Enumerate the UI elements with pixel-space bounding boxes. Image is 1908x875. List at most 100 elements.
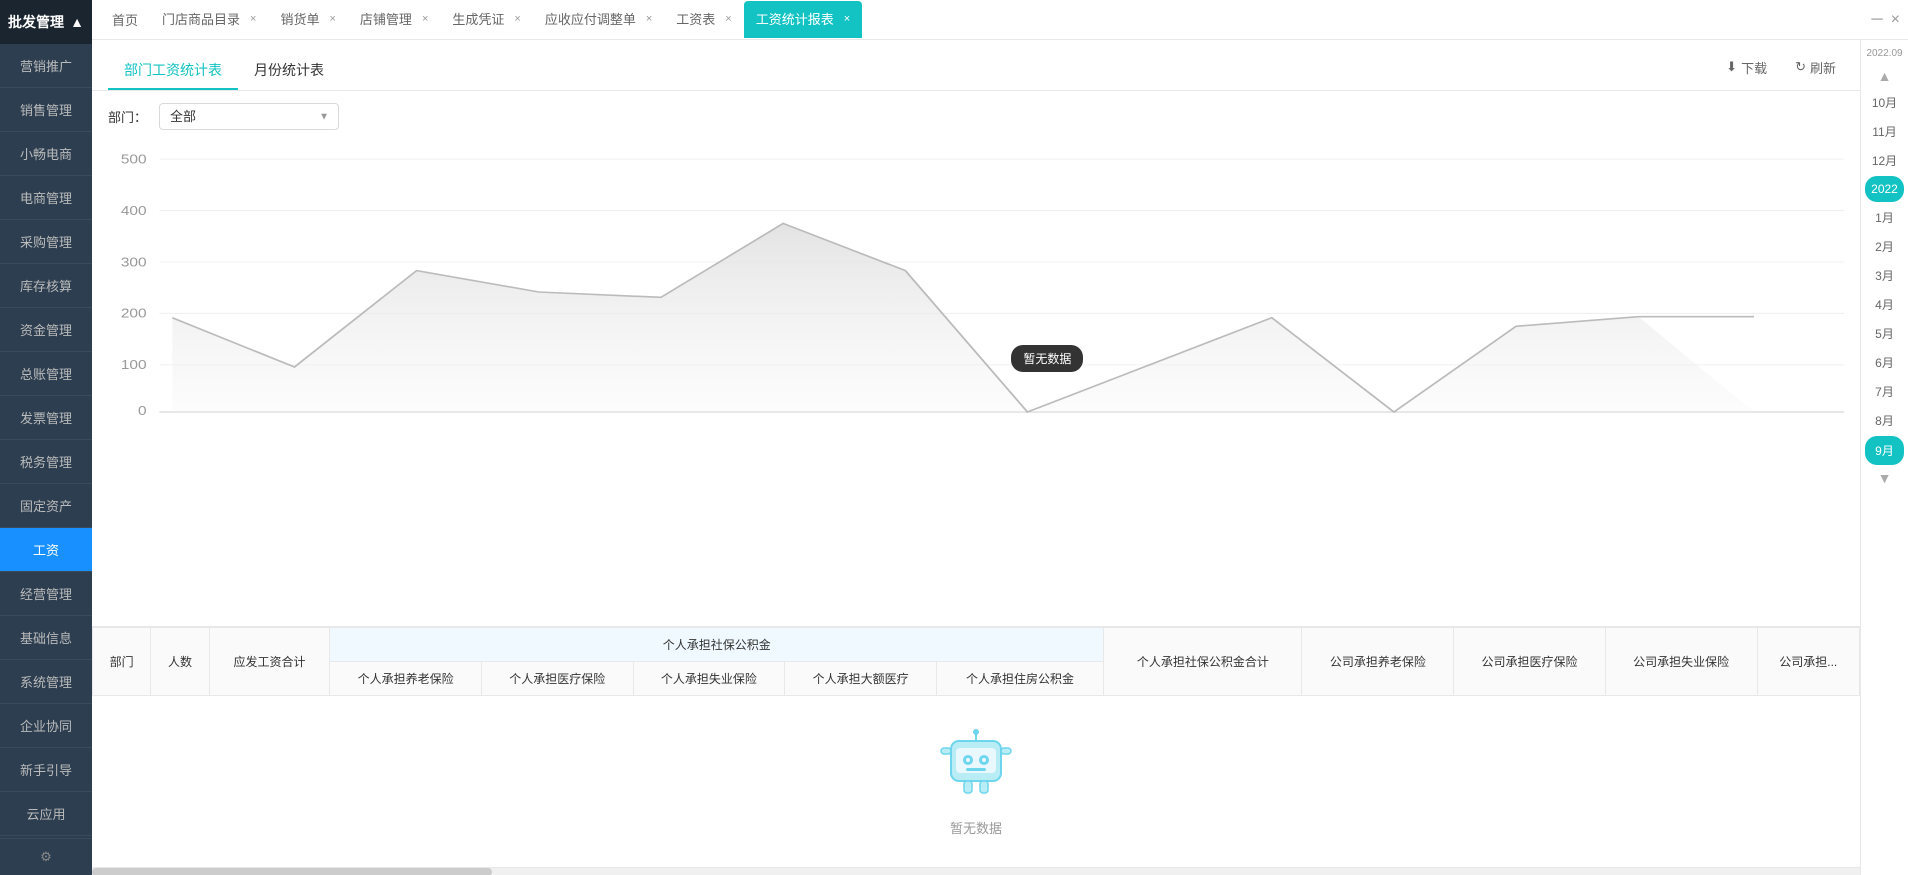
col-company-more: 公司承担... — [1757, 628, 1860, 696]
window-minimize-button[interactable]: ─ — [1871, 11, 1882, 29]
empty-icon — [936, 726, 1016, 806]
refresh-label: 刷新 — [1810, 58, 1836, 77]
tab-receivable[interactable]: 应收应付调整单× — [533, 1, 664, 38]
table-scrollbar[interactable] — [92, 867, 1860, 875]
date-month-5[interactable]: 5月 — [1861, 319, 1908, 348]
tab-dept-stats[interactable]: 部门工资统计表 — [108, 52, 238, 90]
data-table: 部门 人数 应发工资合计 个人承担社保公积金 个人承担社保公积金合计 公司承担养… — [92, 627, 1860, 696]
sidebar-item-guide[interactable]: 新手引导 — [0, 748, 92, 792]
sidebar-item-inventory[interactable]: 库存核算 — [0, 264, 92, 308]
sidebar-header[interactable]: 批发管理 ▲ — [0, 0, 92, 44]
col-personal-unemployment: 个人承担失业保险 — [633, 662, 785, 696]
tab-product-catalog[interactable]: 门店商品目录× — [150, 1, 268, 38]
tab-close-sales-order[interactable]: × — [329, 13, 335, 25]
date-month-6[interactable]: 6月 — [1861, 348, 1908, 377]
main-content: 首页 门店商品目录×销货单×店铺管理×生成凭证×应收应付调整单×工资表×工资统计… — [92, 0, 1908, 875]
date-month-11[interactable]: 11月 — [1861, 117, 1908, 146]
download-label: 下载 — [1741, 58, 1767, 77]
date-month-12[interactable]: 12月 — [1861, 146, 1908, 175]
sidebar-item-basic[interactable]: 基础信息 — [0, 616, 92, 660]
toolbar: ⬇ 下载 ↻ 刷新 — [1718, 54, 1844, 89]
svg-text:300: 300 — [121, 255, 147, 269]
sidebar-item-operations[interactable]: 经营管理 — [0, 572, 92, 616]
date-month-7[interactable]: 7月 — [1861, 377, 1908, 406]
sub-tabs-bar: 部门工资统计表 月份统计表 ⬇ 下载 ↻ 刷新 — [92, 40, 1860, 91]
scrollbar-thumb[interactable] — [92, 868, 492, 875]
svg-text:100: 100 — [121, 358, 147, 372]
chart-tooltip: 暂无数据 — [1011, 345, 1083, 372]
settings-icon[interactable]: ⚙ — [40, 849, 52, 864]
tab-items: 门店商品目录×销货单×店铺管理×生成凭证×应收应付调整单×工资表×工资统计报表× — [150, 1, 1871, 38]
tab-payroll-table[interactable]: 工资表× — [664, 1, 743, 38]
tab-home[interactable]: 首页 — [100, 2, 150, 37]
date-nav-up[interactable]: ▲ — [1873, 64, 1897, 88]
date-month-9[interactable]: 9月 — [1865, 436, 1904, 465]
date-month-4[interactable]: 4月 — [1861, 290, 1908, 319]
refresh-icon: ↻ — [1795, 59, 1806, 75]
dept-select[interactable]: 全部 销售部 财务部 技术部 运营部 — [159, 103, 339, 130]
sidebar-items: 营销推广销售管理小畅电商电商管理采购管理库存核算资金管理总账管理发票管理税务管理… — [0, 44, 92, 836]
col-personal-total: 个人承担社保公积金合计 — [1104, 628, 1302, 696]
tab-payroll-report[interactable]: 工资统计报表× — [744, 1, 862, 38]
tab-voucher[interactable]: 生成凭证× — [440, 1, 532, 38]
svg-text:500: 500 — [121, 153, 147, 167]
tab-close-receivable[interactable]: × — [646, 13, 652, 25]
tab-store-mgmt[interactable]: 店铺管理× — [348, 1, 440, 38]
tab-monthly-stats[interactable]: 月份统计表 — [238, 52, 340, 90]
tab-close-product-catalog[interactable]: × — [250, 13, 256, 25]
sidebar-item-enterprise[interactable]: 企业协同 — [0, 704, 92, 748]
sidebar-item-sales[interactable]: 销售管理 — [0, 88, 92, 132]
download-button[interactable]: ⬇ 下载 — [1718, 54, 1775, 81]
sidebar-item-purchase[interactable]: 采购管理 — [0, 220, 92, 264]
col-dept: 部门 — [93, 628, 151, 696]
sidebar-item-cloud[interactable]: 云应用 — [0, 792, 92, 836]
col-personal-housing: 个人承担住房公积金 — [936, 662, 1103, 696]
window-close-button[interactable]: × — [1891, 11, 1900, 29]
sidebar: 批发管理 ▲ 营销推广销售管理小畅电商电商管理采购管理库存核算资金管理总账管理发… — [0, 0, 92, 875]
sidebar-item-invoice[interactable]: 发票管理 — [0, 396, 92, 440]
refresh-button[interactable]: ↻ 刷新 — [1787, 54, 1844, 81]
empty-state: 暂无数据 — [92, 696, 1860, 867]
content-area: 部门工资统计表 月份统计表 ⬇ 下载 ↻ 刷新 部门： — [92, 40, 1908, 875]
sidebar-item-marketing[interactable]: 营销推广 — [0, 44, 92, 88]
col-company-medical: 公司承担医疗保险 — [1454, 628, 1606, 696]
svg-text:200: 200 — [121, 307, 147, 321]
tab-close-voucher[interactable]: × — [514, 13, 520, 25]
svg-text:0: 0 — [138, 404, 147, 418]
col-total-salary: 应发工资合计 — [209, 628, 330, 696]
empty-text: 暂无数据 — [950, 818, 1002, 837]
sidebar-item-finance[interactable]: 资金管理 — [0, 308, 92, 352]
sidebar-item-tax[interactable]: 税务管理 — [0, 440, 92, 484]
date-nav-down[interactable]: ▼ — [1873, 466, 1897, 490]
dept-select-wrapper: 全部 销售部 财务部 技术部 运营部 — [159, 103, 339, 130]
sidebar-footer[interactable]: ⚙ — [0, 838, 92, 875]
sidebar-item-ecommerce[interactable]: 电商管理 — [0, 176, 92, 220]
tab-close-store-mgmt[interactable]: × — [422, 13, 428, 25]
date-panel-current: 2022.09 — [1866, 48, 1902, 60]
date-month-3[interactable]: 3月 — [1861, 261, 1908, 290]
col-personal-pension: 个人承担养老保险 — [330, 662, 482, 696]
date-month-1[interactable]: 1月 — [1861, 203, 1908, 232]
sidebar-item-system[interactable]: 系统管理 — [0, 660, 92, 704]
col-count: 人数 — [151, 628, 209, 696]
date-month-2[interactable]: 2月 — [1861, 232, 1908, 261]
sidebar-item-assets[interactable]: 固定资产 — [0, 484, 92, 528]
date-month-8[interactable]: 8月 — [1861, 406, 1908, 435]
sidebar-title: 批发管理 — [8, 12, 64, 32]
sidebar-item-ledger[interactable]: 总账管理 — [0, 352, 92, 396]
sidebar-item-mini-ecommerce[interactable]: 小畅电商 — [0, 132, 92, 176]
sidebar-item-payroll[interactable]: 工资 — [0, 528, 92, 572]
tab-sales-order[interactable]: 销货单× — [268, 1, 347, 38]
chart-svg: 500 400 300 200 100 0 — [108, 142, 1844, 442]
sub-tabs-left: 部门工资统计表 月份统计表 — [108, 52, 340, 90]
date-month-10[interactable]: 10月 — [1861, 88, 1908, 117]
download-icon: ⬇ — [1726, 59, 1737, 75]
dept-filter-label: 部门： — [108, 107, 147, 126]
tab-bar: 首页 门店商品目录×销货单×店铺管理×生成凭证×应收应付调整单×工资表×工资统计… — [92, 0, 1908, 40]
sidebar-collapse-icon[interactable]: ▲ — [70, 14, 84, 30]
col-personal-bigmedical: 个人承担大额医疗 — [785, 662, 937, 696]
tab-close-payroll-report[interactable]: × — [844, 13, 850, 25]
date-year-2022[interactable]: 2022 — [1865, 176, 1904, 202]
tab-close-payroll-table[interactable]: × — [725, 13, 731, 25]
svg-text:400: 400 — [121, 204, 147, 218]
